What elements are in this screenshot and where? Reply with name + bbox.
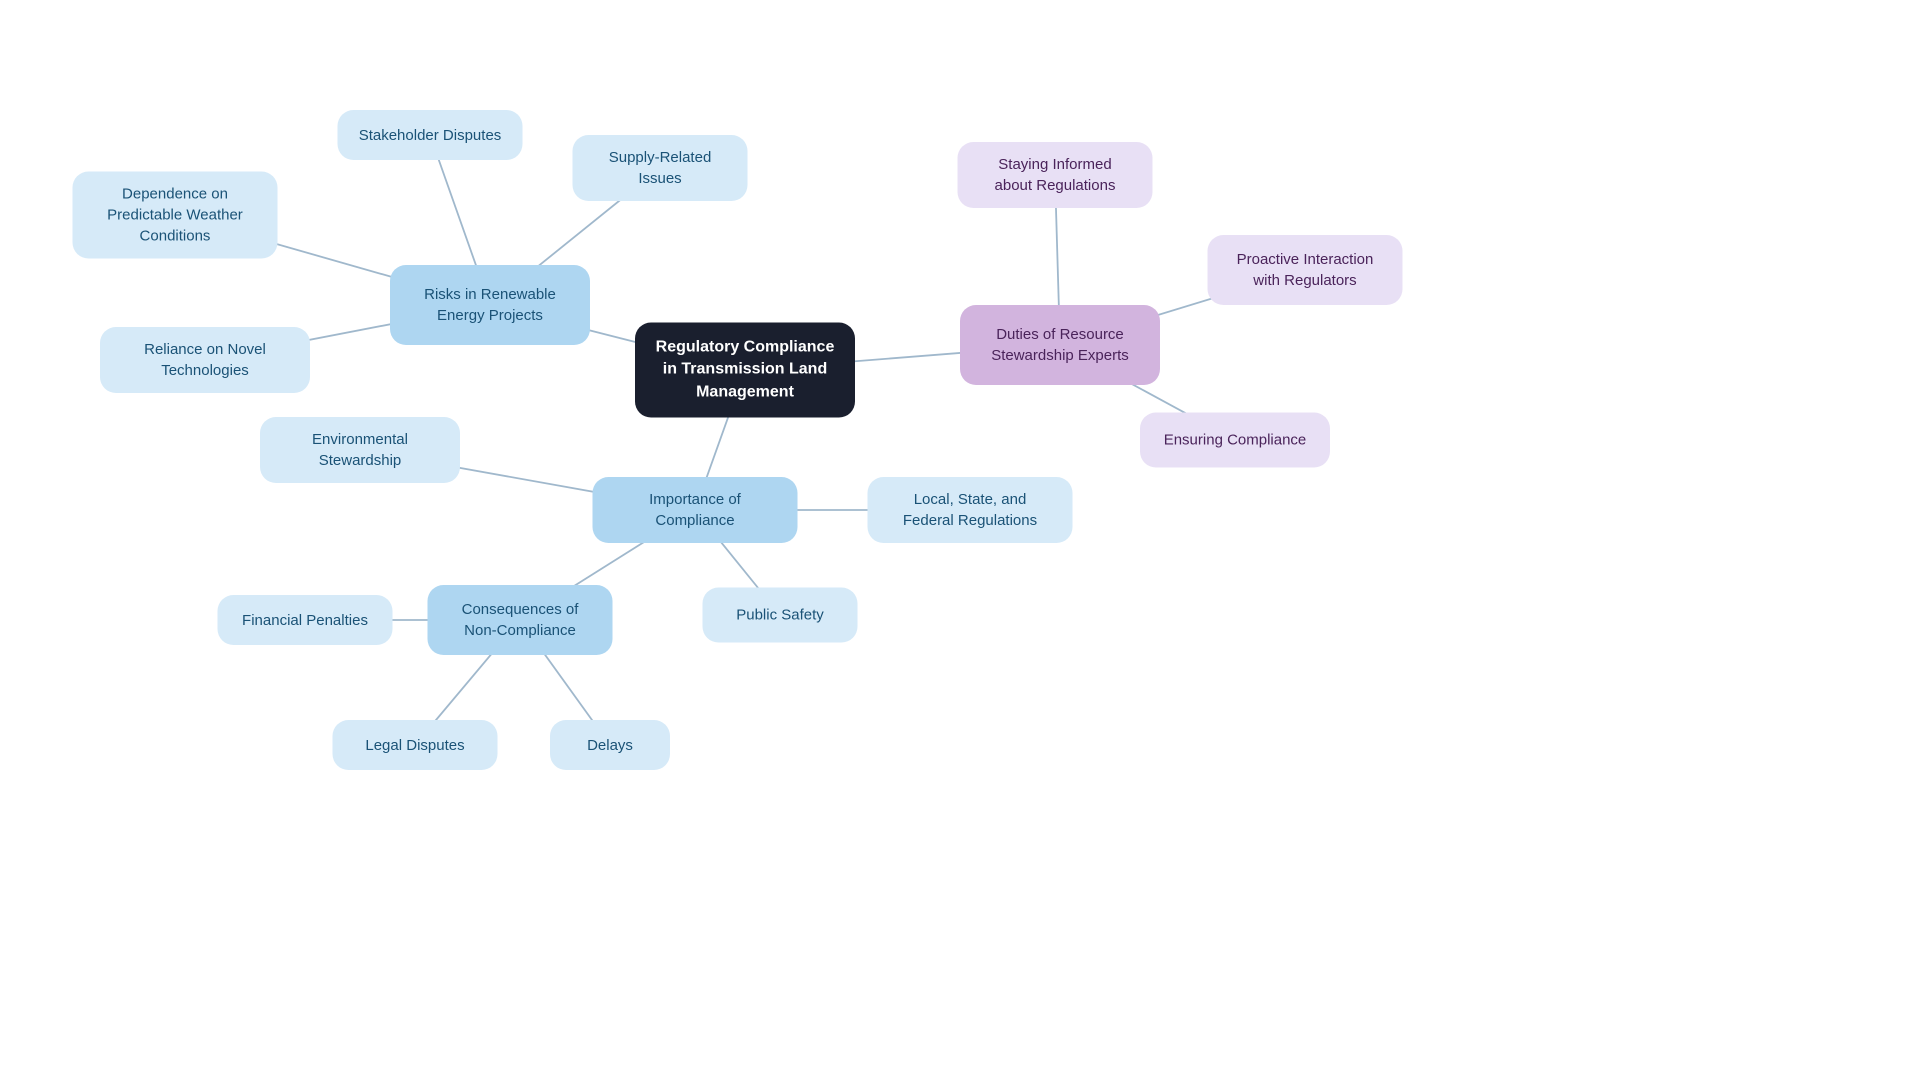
node-duties: Duties of Resource Stewardship Experts [960, 305, 1160, 385]
center-node: Regulatory Compliance in Transmission La… [635, 323, 855, 418]
node-legal: Legal Disputes [333, 720, 498, 770]
node-importance: Importance of Compliance [593, 477, 798, 543]
mindmap-container: Regulatory Compliance in Transmission La… [0, 0, 1920, 1083]
node-stakeholder: Stakeholder Disputes [338, 110, 523, 160]
node-risks: Risks in Renewable Energy Projects [390, 265, 590, 345]
node-ensuring: Ensuring Compliance [1140, 413, 1330, 468]
node-localstate: Local, State, and Federal Regulations [868, 477, 1073, 543]
node-publicsafety: Public Safety [703, 588, 858, 643]
node-delays: Delays [550, 720, 670, 770]
node-weather: Dependence on Predictable Weather Condit… [73, 172, 278, 259]
node-staying: Staying Informed about Regulations [958, 142, 1153, 208]
node-novel: Reliance on Novel Technologies [100, 327, 310, 393]
node-enviro: Environmental Stewardship [260, 417, 460, 483]
node-financial: Financial Penalties [218, 595, 393, 645]
node-consequences: Consequences of Non-Compliance [428, 585, 613, 655]
node-proactive: Proactive Interaction with Regulators [1208, 235, 1403, 305]
node-supply: Supply-Related Issues [573, 135, 748, 201]
